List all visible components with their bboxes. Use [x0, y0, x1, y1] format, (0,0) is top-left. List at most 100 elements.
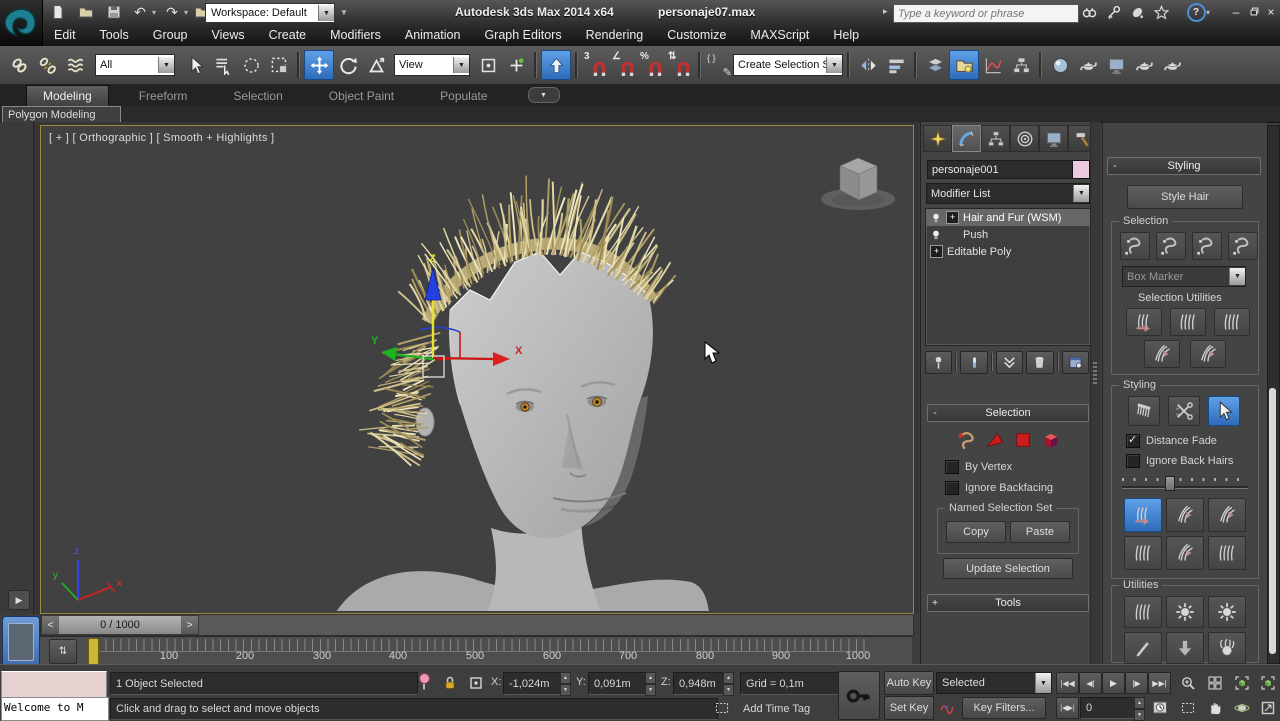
visibility-bulb-icon[interactable] [930, 212, 942, 224]
select-and-link-button[interactable] [5, 51, 33, 79]
y-spinner[interactable]: ▲ ▼ [645, 672, 656, 696]
menu-graph-editors[interactable]: Graph Editors [472, 28, 573, 42]
recomb-button[interactable] [1124, 632, 1162, 664]
zoom-extents-button[interactable] [1230, 672, 1254, 693]
puff-roots-button[interactable] [1208, 498, 1246, 532]
face-icon[interactable] [1013, 430, 1033, 450]
z-spinner[interactable]: ▲ ▼ [723, 672, 734, 696]
curve-editor-button[interactable] [979, 51, 1007, 79]
spinner-snap-button[interactable]: ⇅ [666, 51, 694, 79]
copy-button[interactable]: Copy [946, 521, 1006, 543]
zoom-extents-all-button[interactable] [1256, 672, 1280, 693]
rotate-hairs-button[interactable] [1166, 536, 1204, 570]
selection-rollout-header[interactable]: - Selection [927, 404, 1089, 422]
material-editor-button[interactable] [1046, 51, 1074, 79]
undo-dropdown-arrow[interactable]: ▾ [152, 8, 160, 17]
play-animation-button[interactable]: ▶ [1102, 672, 1125, 694]
pop-zero-sized-button[interactable] [1208, 596, 1246, 628]
ribbon-tab-selection[interactable]: Selection [217, 86, 298, 106]
percent-snap-button[interactable]: % [638, 51, 666, 79]
selection-region-button[interactable] [237, 51, 265, 79]
angle-snap-button[interactable]: ∠ [610, 51, 638, 79]
undo-button[interactable]: ↶ [128, 2, 152, 22]
pop-selected-button[interactable] [1166, 596, 1204, 628]
tab-motion[interactable] [1010, 125, 1039, 152]
hair-ball-button[interactable] [1208, 632, 1246, 664]
render-production-button[interactable] [1130, 51, 1158, 79]
key-filters-button[interactable]: Key Filters... [962, 697, 1046, 719]
search-input[interactable] [893, 4, 1079, 23]
help-button[interactable]: ? [1185, 3, 1207, 22]
new-file-button[interactable] [46, 2, 70, 22]
clump-hairs-button[interactable] [1124, 536, 1162, 570]
tab-display[interactable] [1039, 125, 1068, 152]
ignore-backfacing-checkbox[interactable] [945, 481, 959, 495]
select-guide-vertices-button[interactable] [1192, 232, 1222, 260]
select-whole-guide-button[interactable] [1156, 232, 1186, 260]
command-panel-scrollbar[interactable] [1090, 122, 1100, 664]
tools-rollout-header[interactable]: + Tools [927, 594, 1089, 612]
rendered-frame-window-button[interactable] [1102, 51, 1130, 79]
go-to-end-button[interactable]: ▶▶| [1148, 672, 1171, 694]
key-mode-toggle[interactable]: |◀▶| [1056, 697, 1079, 719]
orbit-button[interactable] [1230, 697, 1254, 718]
ribbon-tab-object-paint[interactable]: Object Paint [313, 86, 410, 106]
viewport[interactable]: [ + ] [ Orthographic ] [ Smooth + Highli… [40, 125, 914, 614]
tab-create[interactable] [923, 125, 952, 152]
by-vertex-checkbox[interactable] [945, 460, 959, 474]
key-mode-dropdown[interactable]: Selected ▼ [936, 672, 1052, 694]
next-frame-button[interactable]: |▶ [1125, 672, 1148, 694]
close-button[interactable]: × [1263, 4, 1279, 19]
coordinate-system-dropdown[interactable]: View ▼ [394, 54, 470, 76]
default-in-out-tangents-button[interactable] [938, 697, 958, 717]
manage-layers-button[interactable] [921, 51, 949, 79]
workspace-extra-arrow[interactable]: ▼ [340, 8, 348, 17]
favorites-button[interactable] [1150, 3, 1172, 22]
align-button[interactable] [882, 51, 910, 79]
named-selection-sets-dropdown[interactable]: Create Selection Set ▼ [733, 54, 843, 76]
maxscript-mini-listener[interactable]: Welcome to M [1, 697, 109, 721]
select-and-manipulate-button[interactable] [502, 51, 530, 79]
search-expand-arrow[interactable]: ▸ [883, 6, 888, 17]
distance-fade-checkbox[interactable] [1126, 433, 1140, 448]
help-dropdown-arrow[interactable]: ▾ [1206, 8, 1214, 17]
polygon-cube-icon[interactable] [1041, 430, 1061, 450]
menu-views[interactable]: Views [199, 28, 256, 42]
mini-curve-editor-button[interactable]: ⇅ [49, 639, 77, 664]
object-name-field[interactable]: personaje001 [927, 160, 1073, 179]
app-menu-button[interactable] [0, 0, 43, 46]
stack-row-push[interactable]: Push [926, 226, 1090, 243]
menu-rendering[interactable]: Rendering [574, 28, 656, 42]
x-spinner[interactable]: ▲ ▼ [560, 672, 571, 696]
menu-edit[interactable]: Edit [42, 28, 88, 42]
macro-recorder-pane[interactable] [1, 671, 107, 699]
paste-button[interactable]: Paste [1010, 521, 1070, 543]
menu-group[interactable]: Group [141, 28, 200, 42]
invert-selection-button[interactable] [1126, 308, 1162, 336]
stand-hairs-button[interactable] [1166, 498, 1204, 532]
translate-hairs-button[interactable] [1124, 498, 1162, 532]
render-setup-button[interactable] [1074, 51, 1102, 79]
auto-key-button[interactable]: Auto Key [884, 671, 934, 695]
render-iterative-button[interactable] [1158, 51, 1186, 79]
communication-center-button[interactable] [1126, 3, 1148, 22]
styling-rollout-header[interactable]: - Styling [1107, 157, 1261, 175]
current-frame-marker[interactable] [88, 638, 99, 665]
track-bar[interactable]: ⇅ 0 100 200 300 400 500 600 700 800 900 … [40, 636, 912, 665]
minimize-button[interactable]: – [1228, 4, 1244, 19]
add-time-tag[interactable]: Add Time Tag [737, 698, 841, 720]
zoom-button[interactable] [1176, 672, 1200, 693]
edit-named-selections-button[interactable]: { } ✎ [705, 51, 733, 79]
next-frame-arrow[interactable]: > [181, 616, 198, 634]
isolate-selection-toggle[interactable] [414, 672, 434, 693]
zoom-all-button[interactable] [1203, 672, 1227, 693]
select-object-button[interactable] [181, 51, 209, 79]
tab-modify[interactable] [952, 125, 981, 152]
mirror-button[interactable] [854, 51, 882, 79]
hair-panel-scrollbar[interactable] [1267, 125, 1280, 664]
select-and-rotate-button[interactable] [334, 51, 362, 79]
keyboard-override-toggle[interactable] [541, 50, 571, 80]
selection-lock-toggle[interactable] [440, 672, 460, 693]
set-keys-button[interactable] [838, 671, 880, 720]
viewcube[interactable] [821, 157, 895, 210]
